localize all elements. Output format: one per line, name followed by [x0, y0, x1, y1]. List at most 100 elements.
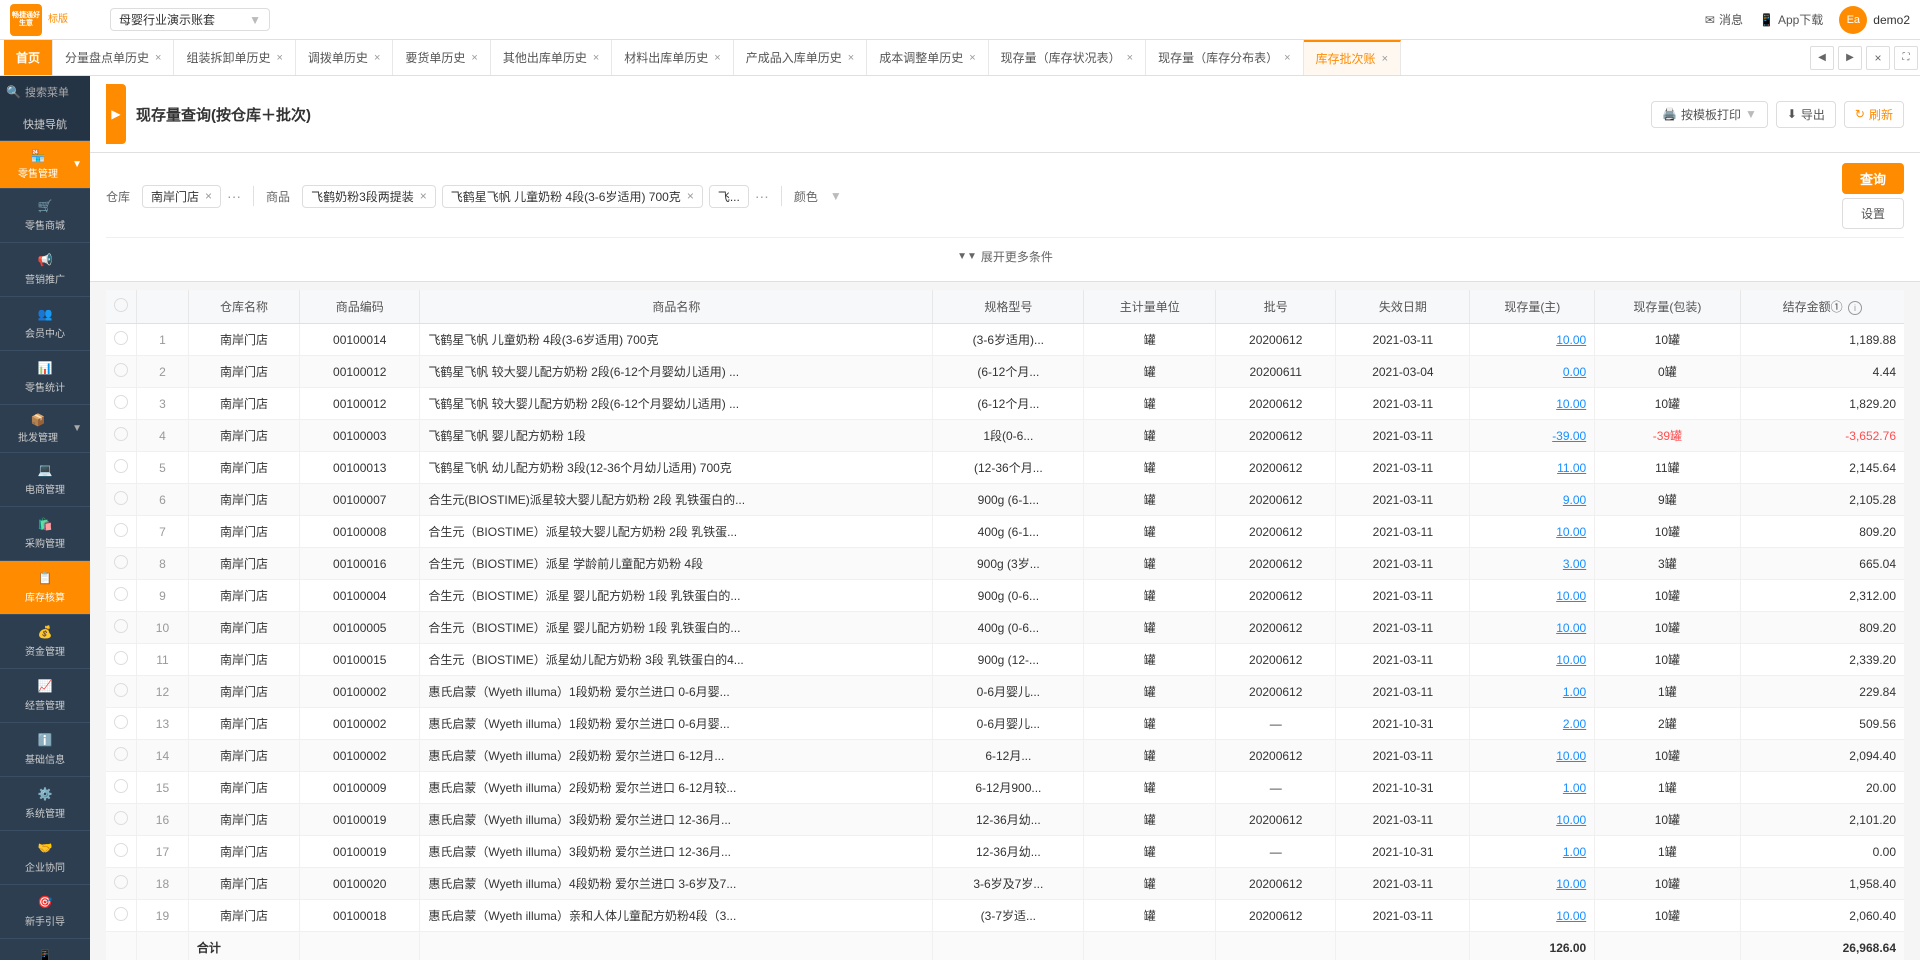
sidebar-item-sys-mgmt[interactable]: ⚙️ 系统管理 [0, 777, 90, 831]
row-checkbox-16[interactable] [114, 843, 128, 857]
stock-main-link-15[interactable]: 10.00 [1556, 813, 1586, 827]
tab-yao-huo[interactable]: 要货单历史 × [393, 40, 490, 76]
product-tag-0-close[interactable]: × [420, 189, 427, 203]
row-checkbox-13[interactable] [114, 747, 128, 761]
tab-qi-ta-chu[interactable]: 其他出库单历史 × [491, 40, 612, 76]
row-checkbox-10[interactable] [114, 651, 128, 665]
product-tag-2[interactable]: 飞... [709, 185, 749, 208]
stock-main-link-6[interactable]: 10.00 [1556, 525, 1586, 539]
sidebar-item-ops-mgmt[interactable]: 📈 经营管理 [0, 669, 90, 723]
row-checkbox-8[interactable] [114, 587, 128, 601]
user-area[interactable]: Ea demo2 [1839, 6, 1910, 34]
sidebar-item-marketing[interactable]: 📢 营销推广 [0, 243, 90, 297]
row-checkbox-0[interactable] [114, 331, 128, 345]
tab-ku-cun-pi-ci-close[interactable]: × [1382, 53, 1388, 65]
tab-fen-pan-close[interactable]: × [155, 52, 161, 64]
stock-main-link-18[interactable]: 10.00 [1556, 909, 1586, 923]
stock-main-link-1[interactable]: 0.00 [1563, 365, 1586, 379]
row-checkbox-9[interactable] [114, 619, 128, 633]
warehouse-tag-close[interactable]: × [205, 189, 212, 203]
sidebar-search[interactable]: 🔍 搜索菜单 [0, 76, 90, 108]
sidebar-item-finance-mgmt[interactable]: 💰 资金管理 [0, 615, 90, 669]
tab-ku-cun-pi-ci[interactable]: 库存批次账 × [1304, 40, 1401, 76]
tab-cheng-ben[interactable]: 成本调整单历史 × [867, 40, 988, 76]
stock-main-link-8[interactable]: 10.00 [1556, 589, 1586, 603]
stock-main-link-9[interactable]: 10.00 [1556, 621, 1586, 635]
product-filter-more[interactable]: ··· [755, 188, 769, 204]
row-checkbox-2[interactable] [114, 395, 128, 409]
tab-chan-pin[interactable]: 产成品入库单历史 × [734, 40, 867, 76]
product-tag-1-close[interactable]: × [687, 189, 694, 203]
btn-refresh[interactable]: ↻ 刷新 [1844, 101, 1904, 128]
btn-template-print[interactable]: 🖨️ 按模板打印 ▼ [1651, 101, 1768, 128]
sidebar-item-purchase-mgmt[interactable]: 🛍️ 采购管理 [0, 507, 90, 561]
warehouse-filter-more[interactable]: ··· [227, 188, 241, 204]
balance-info-icon[interactable]: i [1848, 301, 1862, 315]
stock-main-link-14[interactable]: 1.00 [1563, 781, 1586, 795]
row-checkbox-11[interactable] [114, 683, 128, 697]
row-checkbox-12[interactable] [114, 715, 128, 729]
sidebar-item-retail-shop[interactable]: 🛒 零售商城 [0, 189, 90, 243]
stock-main-link-10[interactable]: 10.00 [1556, 653, 1586, 667]
stock-main-link-13[interactable]: 10.00 [1556, 749, 1586, 763]
product-tag-1[interactable]: 飞鹤星飞帆 儿童奶粉 4段(3-6岁适用) 700克 × [442, 185, 703, 208]
row-checkbox-15[interactable] [114, 811, 128, 825]
settings-btn[interactable]: 设置 [1842, 198, 1904, 229]
stock-main-link-2[interactable]: 10.00 [1556, 397, 1586, 411]
row-checkbox-5[interactable] [114, 491, 128, 505]
row-checkbox-3[interactable] [114, 427, 128, 441]
message-btn[interactable]: ✉ 消息 [1705, 11, 1743, 28]
tab-fen-pan[interactable]: 分量盘点单历史 × [53, 40, 174, 76]
stock-main-link-3[interactable]: -39.00 [1552, 429, 1586, 443]
tab-xian-cun-fen-bu-close[interactable]: × [1284, 52, 1290, 64]
tab-home[interactable]: 首页 [4, 40, 53, 76]
stock-main-link-17[interactable]: 10.00 [1556, 877, 1586, 891]
tab-chan-pin-close[interactable]: × [848, 52, 854, 64]
tab-yao-huo-close[interactable]: × [471, 52, 477, 64]
expand-more-btn[interactable]: ▼▼ 展开更多条件 [957, 242, 1053, 271]
sidebar-item-retail-mgmt[interactable]: 🏪 零售管理 ▼ [0, 141, 90, 189]
sidebar-item-ecommerce-mgmt[interactable]: 💻 电商管理 [0, 453, 90, 507]
row-checkbox-1[interactable] [114, 363, 128, 377]
warehouse-tag[interactable]: 南岸门店 × [142, 185, 221, 208]
sidebar-item-inventory-check[interactable]: 📋 库存核算 [0, 561, 90, 615]
row-checkbox-17[interactable] [114, 875, 128, 889]
stock-main-link-11[interactable]: 1.00 [1563, 685, 1586, 699]
app-download-btn[interactable]: 📱 App下载 [1759, 11, 1823, 28]
sidebar-item-member-center[interactable]: 👥 会员中心 [0, 297, 90, 351]
stock-main-link-7[interactable]: 3.00 [1563, 557, 1586, 571]
nav-close-all[interactable]: × [1866, 46, 1890, 70]
sidebar-item-wholesale-mgmt[interactable]: 📦 批发管理 ▼ [0, 405, 90, 453]
tab-cai-liao[interactable]: 材料出库单历史 × [612, 40, 733, 76]
query-btn[interactable]: 查询 [1842, 163, 1904, 194]
stock-main-link-12[interactable]: 2.00 [1563, 717, 1586, 731]
tab-cheng-ben-close[interactable]: × [969, 52, 975, 64]
stock-main-link-4[interactable]: 11.00 [1557, 461, 1586, 475]
stock-main-link-5[interactable]: 9.00 [1563, 493, 1586, 507]
nav-prev-arrow[interactable]: ◀ [1810, 46, 1834, 70]
product-tag-0[interactable]: 飞鹤奶粉3段两提装 × [302, 185, 436, 208]
tab-zu-he-close[interactable]: × [276, 52, 282, 64]
tab-zu-he[interactable]: 组装拆卸单历史 × [174, 40, 295, 76]
sidebar-item-enterprise-collab[interactable]: 🤝 企业协同 [0, 831, 90, 885]
nav-maximize[interactable]: ⛶ [1894, 46, 1918, 70]
nav-next-arrow[interactable]: ▶ [1838, 46, 1862, 70]
select-all-checkbox[interactable] [114, 298, 128, 312]
sidebar-shortcut[interactable]: 快捷导航 [0, 108, 90, 141]
warehouse-selector[interactable]: 母婴行业演示账套 ▼ [110, 8, 270, 31]
tab-xian-cun-ku-cun[interactable]: 现存量（库存状况表） × [989, 40, 1146, 76]
sidebar-item-new-guide[interactable]: 🎯 新手引导 [0, 885, 90, 939]
row-checkbox-18[interactable] [114, 907, 128, 921]
color-filter-dropdown[interactable]: ▼ [830, 189, 842, 203]
sidebar-expand-btn[interactable]: ▶ [106, 84, 126, 144]
tab-diao-bo-close[interactable]: × [374, 52, 380, 64]
sidebar-item-retail-stat[interactable]: 📊 零售统计 [0, 351, 90, 405]
tab-diao-bo[interactable]: 调拨单历史 × [296, 40, 393, 76]
tab-cai-liao-close[interactable]: × [714, 52, 720, 64]
row-checkbox-4[interactable] [114, 459, 128, 473]
btn-export[interactable]: ⬇ 导出 [1776, 101, 1836, 128]
row-checkbox-6[interactable] [114, 523, 128, 537]
sidebar-item-basic-info[interactable]: ℹ️ 基础信息 [0, 723, 90, 777]
tab-xian-cun-ku-cun-close[interactable]: × [1127, 52, 1133, 64]
row-checkbox-14[interactable] [114, 779, 128, 793]
